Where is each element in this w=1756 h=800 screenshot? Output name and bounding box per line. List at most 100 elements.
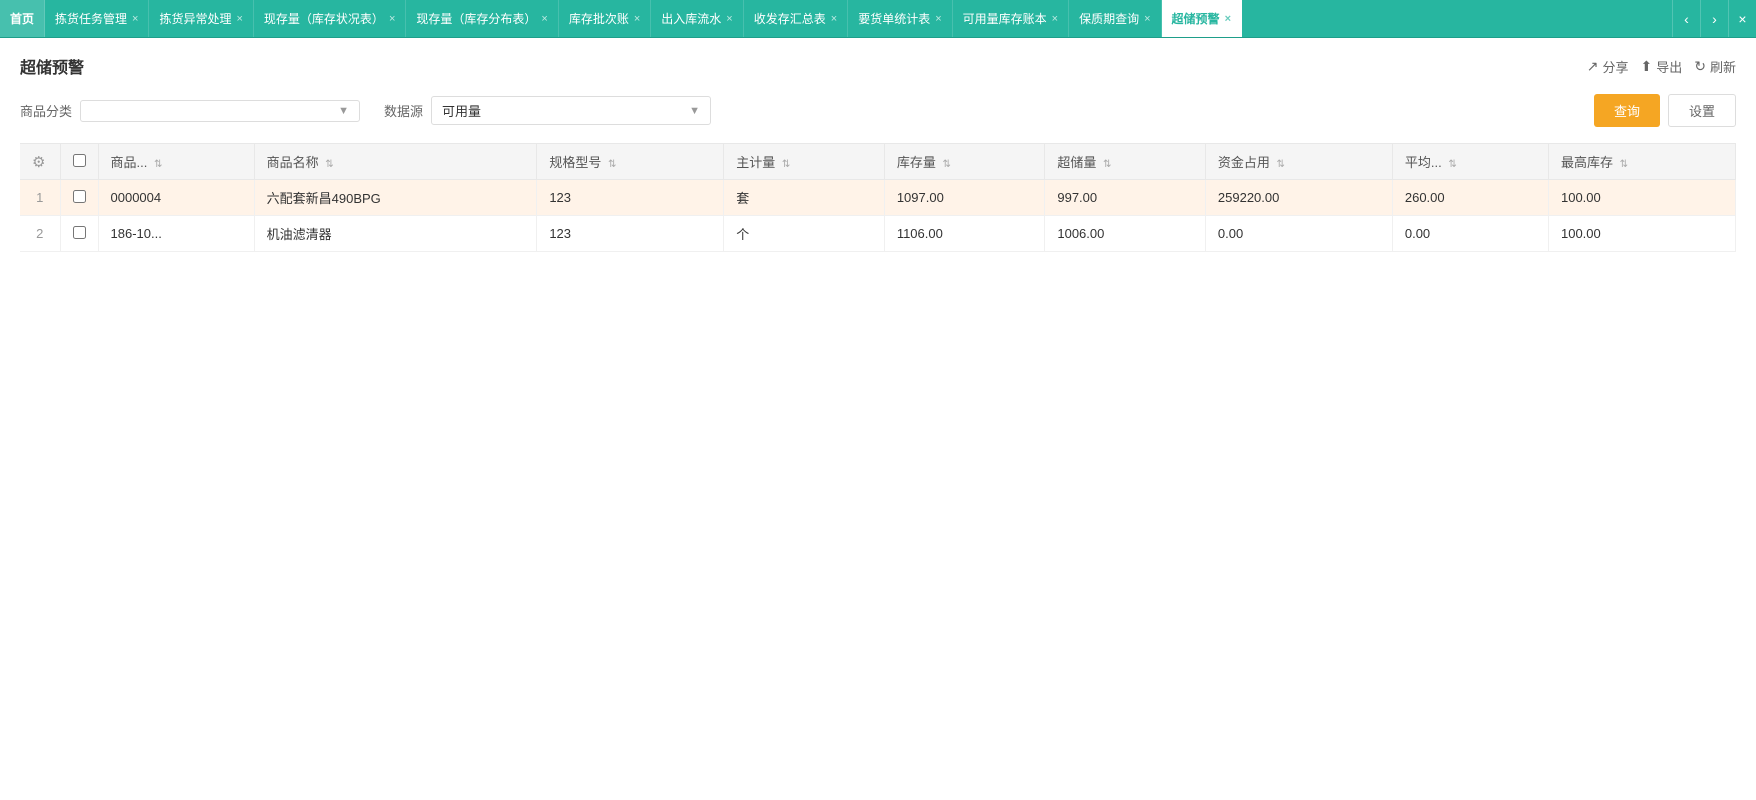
nav-tab-label: 拣货任务管理 bbox=[55, 10, 127, 27]
nav-tab-close-icon[interactable]: × bbox=[541, 13, 547, 25]
sort-max-stock-icon: ⇅ bbox=[1620, 159, 1628, 170]
settings-button[interactable]: 设置 bbox=[1668, 94, 1736, 127]
col-capital[interactable]: 资金占用 ⇅ bbox=[1205, 144, 1392, 180]
share-button[interactable]: ↗ 分享 bbox=[1587, 57, 1629, 76]
nav-tab-label: 库存批次账 bbox=[569, 10, 629, 27]
sort-spec-icon: ⇅ bbox=[608, 159, 616, 170]
cell-capital: 259220.00 bbox=[1205, 180, 1392, 216]
filter-row: 商品分类 ▼ 数据源 可用量 ▼ 查询 设置 bbox=[20, 94, 1736, 127]
datasource-dropdown-icon: ▼ bbox=[689, 105, 700, 117]
cell-product-name: 六配套新昌490BPG bbox=[254, 180, 537, 216]
nav-tab-close-icon[interactable]: × bbox=[634, 13, 640, 25]
top-navigation: 首页 拣货任务管理×拣货异常处理×现存量（库存状况表）×现存量（库存分布表）×库… bbox=[0, 0, 1756, 38]
row-checkbox-cell[interactable] bbox=[60, 180, 98, 216]
col-product-name[interactable]: 商品名称 ⇅ bbox=[254, 144, 537, 180]
col-avg[interactable]: 平均... ⇅ bbox=[1392, 144, 1548, 180]
nav-tab-close-icon[interactable]: × bbox=[236, 13, 242, 25]
data-table: ⚙ 商品... ⇅ 商品名称 ⇅ 规格型号 ⇅ 主计量 bbox=[20, 143, 1736, 252]
cell-product-code: 186-10... bbox=[98, 216, 254, 252]
sort-capital-icon: ⇅ bbox=[1277, 159, 1285, 170]
nav-tab-现存量-库存分布表-[interactable]: 现存量（库存分布表） × bbox=[406, 0, 558, 37]
col-unit[interactable]: 主计量 ⇅ bbox=[724, 144, 885, 180]
sort-overstock-icon: ⇅ bbox=[1103, 159, 1111, 170]
nav-tab-label: 保质期查询 bbox=[1079, 10, 1139, 27]
row-checkbox[interactable] bbox=[73, 190, 86, 203]
refresh-button[interactable]: ↻ 刷新 bbox=[1694, 57, 1736, 76]
table-row: 1 0000004 六配套新昌490BPG 123 套 1097.00 997.… bbox=[20, 180, 1736, 216]
col-spec[interactable]: 规格型号 ⇅ bbox=[537, 144, 724, 180]
cell-max-stock: 100.00 bbox=[1548, 180, 1735, 216]
nav-tab-label: 收发存汇总表 bbox=[754, 10, 826, 27]
sort-product-name-icon: ⇅ bbox=[325, 159, 333, 170]
nav-tab-label: 现存量（库存分布表） bbox=[416, 10, 536, 27]
nav-arrow-close[interactable]: × bbox=[1728, 0, 1756, 38]
export-button[interactable]: ⬆ 导出 bbox=[1641, 57, 1683, 76]
cell-overstock: 997.00 bbox=[1045, 180, 1206, 216]
row-checkbox[interactable] bbox=[73, 226, 86, 239]
nav-tab-要货单统计表[interactable]: 要货单统计表× bbox=[848, 0, 952, 37]
col-stock[interactable]: 库存量 ⇅ bbox=[884, 144, 1045, 180]
col-overstock[interactable]: 超储量 ⇅ bbox=[1045, 144, 1206, 180]
col-select-all[interactable] bbox=[60, 144, 98, 180]
cell-capital: 0.00 bbox=[1205, 216, 1392, 252]
nav-tab-close-icon[interactable]: × bbox=[1052, 13, 1058, 25]
datasource-label: 数据源 bbox=[384, 101, 423, 120]
category-select[interactable]: ▼ bbox=[80, 100, 360, 122]
cell-avg: 0.00 bbox=[1392, 216, 1548, 252]
nav-tab-label: 拣货异常处理 bbox=[159, 10, 231, 27]
category-label: 商品分类 bbox=[20, 101, 72, 120]
page-content: 超储预警 ↗ 分享 ⬆ 导出 ↻ 刷新 商品分类 ▼ 数据源 bbox=[0, 38, 1756, 800]
nav-tab-close-icon[interactable]: × bbox=[726, 13, 732, 25]
gear-icon[interactable]: ⚙ bbox=[32, 154, 45, 171]
cell-spec: 123 bbox=[537, 216, 724, 252]
nav-arrows: ‹ › × bbox=[1672, 0, 1756, 38]
category-dropdown-icon: ▼ bbox=[338, 105, 349, 117]
page-title: 超储预警 bbox=[20, 54, 84, 78]
datasource-select[interactable]: 可用量 ▼ bbox=[431, 96, 711, 125]
refresh-icon: ↻ bbox=[1694, 58, 1706, 75]
cell-spec: 123 bbox=[537, 180, 724, 216]
nav-tab-close-icon[interactable]: × bbox=[1144, 13, 1150, 25]
nav-tab-收发存汇总表[interactable]: 收发存汇总表 × bbox=[744, 0, 848, 37]
nav-tab-现存量-库存状况表-[interactable]: 现存量（库存状况表） × bbox=[254, 0, 406, 37]
nav-tab-保质期查询[interactable]: 保质期查询 × bbox=[1069, 0, 1161, 37]
nav-tab-label: 出入库流水 bbox=[661, 10, 721, 27]
datasource-value: 可用量 bbox=[442, 101, 481, 120]
nav-tab-可用量库存账本[interactable]: 可用量库存账本× bbox=[953, 0, 1069, 37]
cell-overstock: 1006.00 bbox=[1045, 216, 1206, 252]
filter-category: 商品分类 ▼ bbox=[20, 100, 360, 122]
nav-arrow-left[interactable]: ‹ bbox=[1672, 0, 1700, 38]
nav-tab-拣货异常处理[interactable]: 拣货异常处理 × bbox=[149, 0, 253, 37]
page-header: 超储预警 ↗ 分享 ⬆ 导出 ↻ 刷新 bbox=[20, 54, 1736, 78]
nav-tab-close-icon[interactable]: × bbox=[1225, 13, 1231, 25]
share-icon: ↗ bbox=[1587, 58, 1599, 75]
row-number: 1 bbox=[20, 180, 60, 216]
cell-product-code: 0000004 bbox=[98, 180, 254, 216]
cell-unit: 个 bbox=[724, 216, 885, 252]
filter-buttons: 查询 设置 bbox=[1594, 94, 1736, 127]
export-icon: ⬆ bbox=[1641, 58, 1653, 75]
nav-tab-库存批次账[interactable]: 库存批次账 × bbox=[559, 0, 651, 37]
cell-product-name: 机油滤清器 bbox=[254, 216, 537, 252]
nav-tab-出入库流水[interactable]: 出入库流水 × bbox=[651, 0, 743, 37]
nav-tab-close-icon[interactable]: × bbox=[132, 13, 138, 25]
cell-unit: 套 bbox=[724, 180, 885, 216]
col-product-code[interactable]: 商品... ⇅ bbox=[98, 144, 254, 180]
select-all-checkbox[interactable] bbox=[73, 154, 86, 167]
sort-avg-icon: ⇅ bbox=[1448, 159, 1456, 170]
nav-tab-label: 现存量（库存状况表） bbox=[264, 10, 384, 27]
nav-tab-close-icon[interactable]: × bbox=[831, 13, 837, 25]
col-max-stock[interactable]: 最高库存 ⇅ bbox=[1548, 144, 1735, 180]
nav-arrow-right[interactable]: › bbox=[1700, 0, 1728, 38]
header-actions: ↗ 分享 ⬆ 导出 ↻ 刷新 bbox=[1587, 57, 1736, 76]
nav-tab-close-icon[interactable]: × bbox=[389, 13, 395, 25]
nav-home[interactable]: 首页 bbox=[0, 0, 45, 37]
query-button[interactable]: 查询 bbox=[1594, 94, 1660, 127]
nav-tab-close-icon[interactable]: × bbox=[935, 13, 941, 25]
cell-avg: 260.00 bbox=[1392, 180, 1548, 216]
sort-product-code-icon: ⇅ bbox=[154, 159, 162, 170]
nav-tab-拣货任务管理[interactable]: 拣货任务管理 × bbox=[45, 0, 149, 37]
nav-tab-超储预警[interactable]: 超储预警× bbox=[1162, 0, 1242, 37]
sort-stock-icon: ⇅ bbox=[942, 159, 950, 170]
row-checkbox-cell[interactable] bbox=[60, 216, 98, 252]
